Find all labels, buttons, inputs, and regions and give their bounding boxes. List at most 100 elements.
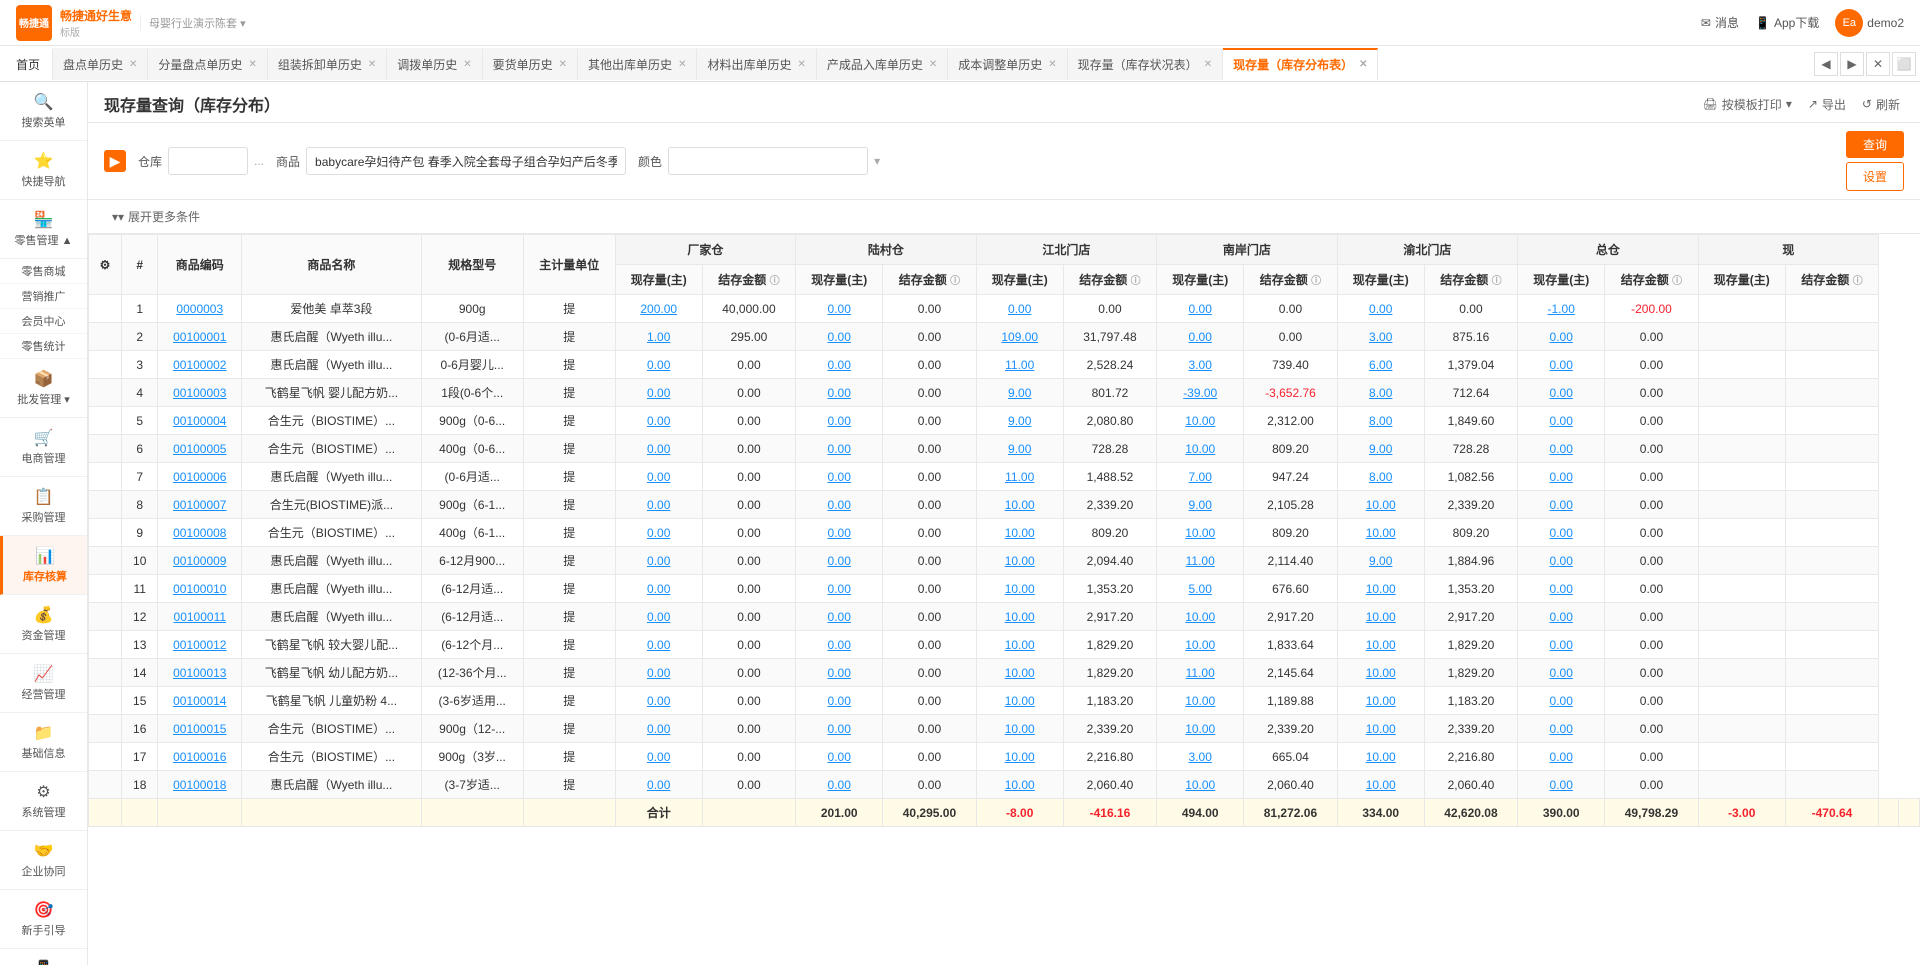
table-row: 400100003飞鹤星飞帆 婴儿配方奶...1段(0-6个...提0.000.… [89, 379, 1920, 407]
tab-11[interactable]: 现存量（库存分布表） ✕ [1223, 48, 1378, 80]
sidebar-item-guide[interactable]: 🎯 新手引导 [0, 890, 87, 949]
sidebar-item-wholesale[interactable]: 📦 批发管理 ▾ [0, 359, 87, 418]
search-icon: 🔍 [4, 92, 83, 112]
tab-3[interactable]: 组装拆卸单历史 ✕ [268, 48, 387, 80]
page-title: 现存量查询（库存分布） [104, 92, 280, 116]
color-input[interactable] [668, 147, 868, 175]
ops-icon: 📈 [4, 664, 83, 684]
close-icon[interactable]: ✕ [248, 59, 256, 70]
top-right: ✉ 消息 📱 App下载 Ea demo2 [1701, 9, 1904, 37]
close-icon[interactable]: ✕ [1048, 59, 1056, 70]
close-icon[interactable]: ✕ [1359, 59, 1367, 70]
tab-1[interactable]: 盘点单历史 ✕ [53, 48, 148, 80]
info-icon3[interactable]: ⓘ [1131, 276, 1141, 287]
logo-line2: 标版 [60, 24, 132, 39]
tab-8[interactable]: 产成品入库单历史 ✕ [817, 48, 948, 80]
export-btn[interactable]: ↗ 导出 [1804, 94, 1850, 115]
ecom-icon: 🛒 [4, 428, 83, 448]
sidebar-item-collab[interactable]: 🤝 企业协同 [0, 831, 87, 890]
sidebar-sub-marketing[interactable]: 营销推广 [0, 284, 87, 309]
page-header: 现存量查询（库存分布） 🖨 按模板打印 ▾ ↗ 导出 ↺ 刷新 [88, 82, 1920, 123]
info-icon7[interactable]: ⓘ [1853, 276, 1863, 287]
table-row: 1400100013飞鹤星飞帆 幼儿配方奶...(12-36个月...提0.00… [89, 659, 1920, 687]
info-icon5[interactable]: ⓘ [1492, 276, 1502, 287]
expand-more-btn[interactable]: ▾▾ 展开更多条件 [104, 204, 1904, 229]
th-name: 商品名称 [242, 235, 421, 295]
retail-icon: 🏪 [4, 210, 83, 230]
product-input[interactable] [306, 147, 626, 175]
table-row: 1500100014飞鹤星飞帆 儿童奶粉 4...(3-6岁适用...提0.00… [89, 687, 1920, 715]
sidebar-item-nav[interactable]: ⭐ 快捷导航 [0, 141, 87, 200]
product-label: 商品 [276, 153, 300, 170]
store-selector[interactable]: 母婴行业演示陈套 ▾ [140, 15, 246, 31]
printer-icon: 🖨 [1703, 97, 1718, 111]
collab-icon: 🤝 [4, 841, 83, 861]
table-row: 1600100015合生元（BIOSTIME）...900g（12-...提0.… [89, 715, 1920, 743]
close-icon[interactable]: ✕ [129, 59, 137, 70]
warehouse-input[interactable] [168, 147, 248, 175]
tab-9[interactable]: 成本调整单历史 ✕ [948, 48, 1067, 80]
table-row: 200100001惠氏启醒（Wyeth illu...(0-6月适...提1.0… [89, 323, 1920, 351]
th-lucun-qty: 现存量(主) [796, 265, 883, 295]
inventory-icon: 📊 [7, 546, 83, 566]
close-icon[interactable]: ✕ [678, 59, 686, 70]
appcenter-icon: 📱 [4, 959, 83, 965]
th-settings[interactable]: ⚙ [89, 235, 122, 295]
tab-10[interactable]: 现存量（库存状况表） ✕ [1068, 48, 1223, 80]
setting-button[interactable]: 设置 [1846, 162, 1904, 191]
guide-icon: 🎯 [4, 900, 83, 920]
info-icon4[interactable]: ⓘ [1311, 276, 1321, 287]
info-icon[interactable]: ⓘ [770, 276, 780, 287]
filter-color: 颜色 ▾ [638, 147, 880, 175]
sidebar-sub-stat[interactable]: 零售统计 [0, 334, 87, 359]
sidebar-item-retail[interactable]: 🏪 零售管理 ▲ [0, 200, 87, 259]
expand-more-bar: ▾▾ 展开更多条件 [88, 200, 1920, 234]
message-btn[interactable]: ✉ 消息 [1701, 14, 1739, 31]
tab-close-all-btn[interactable]: ✕ [1866, 52, 1890, 76]
user-area[interactable]: Ea demo2 [1835, 9, 1904, 37]
tab-7[interactable]: 材料出库单历史 ✕ [697, 48, 816, 80]
sidebar-sub-mall[interactable]: 零售商城 [0, 259, 87, 284]
table-row: 1000100009惠氏启醒（Wyeth illu...6-12月900...提… [89, 547, 1920, 575]
app-download-btn[interactable]: 📱 App下载 [1755, 14, 1819, 31]
table-row: 800100007合生元(BIOSTIME)派...900g（6-1...提0.… [89, 491, 1920, 519]
tab-next-btn[interactable]: ▶ [1840, 52, 1864, 76]
print-btn[interactable]: 🖨 按模板打印 ▾ [1699, 94, 1796, 115]
close-icon[interactable]: ✕ [559, 59, 567, 70]
th-factory-qty: 现存量(主) [615, 265, 702, 295]
close-icon[interactable]: ✕ [929, 59, 937, 70]
sidebar-item-appcenter[interactable]: 📱 应用中心 [0, 949, 87, 965]
table-row: 1300100012飞鹤星飞帆 较大婴儿配...(6-12个月...提0.000… [89, 631, 1920, 659]
total-row: 合计201.0040,295.00-8.00-416.16494.0081,27… [89, 799, 1920, 827]
refresh-btn[interactable]: ↺ 刷新 [1858, 94, 1904, 115]
tab-prev-btn[interactable]: ◀ [1814, 52, 1838, 76]
tab-5[interactable]: 要货单历史 ✕ [483, 48, 578, 80]
color-dropdown-icon[interactable]: ▾ [874, 154, 880, 168]
info-icon6[interactable]: ⓘ [1672, 276, 1682, 287]
sidebar-item-purchase[interactable]: 📋 采购管理 [0, 477, 87, 536]
sidebar-item-inventory[interactable]: 📊 库存核算 [0, 536, 87, 595]
close-icon[interactable]: ✕ [797, 59, 805, 70]
sidebar-item-finance[interactable]: 💰 资金管理 [0, 595, 87, 654]
sidebar-item-operations[interactable]: 📈 经营管理 [0, 654, 87, 713]
tab-maximize-btn[interactable]: ⬜ [1892, 52, 1916, 76]
close-icon[interactable]: ✕ [368, 59, 376, 70]
sidebar-item-search[interactable]: 🔍 搜索英单 [0, 82, 87, 141]
th-na-qty: 现存量(主) [1157, 265, 1244, 295]
tab-2[interactable]: 分量盘点单历史 ✕ [148, 48, 267, 80]
sidebar-sub-member[interactable]: 会员中心 [0, 309, 87, 334]
th-yb-amt: 结存金额 ⓘ [1424, 265, 1517, 295]
tab-home[interactable]: 首页 [4, 48, 53, 80]
search-button[interactable]: 查询 [1846, 131, 1904, 158]
sidebar-item-ecom[interactable]: 🛒 电商管理 [0, 418, 87, 477]
close-icon[interactable]: ✕ [1204, 59, 1212, 70]
sidebar-item-system[interactable]: ⚙ 系统管理 [0, 772, 87, 831]
tab-6[interactable]: 其他出库单历史 ✕ [578, 48, 697, 80]
table-row: 10000003爱他美 卓萃3段900g提200.0040,000.000.00… [89, 295, 1920, 323]
sidebar-item-basic[interactable]: 📁 基础信息 [0, 713, 87, 772]
info-icon2[interactable]: ⓘ [950, 276, 960, 287]
th-na-amt: 结存金额 ⓘ [1244, 265, 1337, 295]
tab-4[interactable]: 调拨单历史 ✕ [387, 48, 482, 80]
filter-expand-btn[interactable]: ▶ [104, 150, 126, 172]
close-icon[interactable]: ✕ [463, 59, 471, 70]
